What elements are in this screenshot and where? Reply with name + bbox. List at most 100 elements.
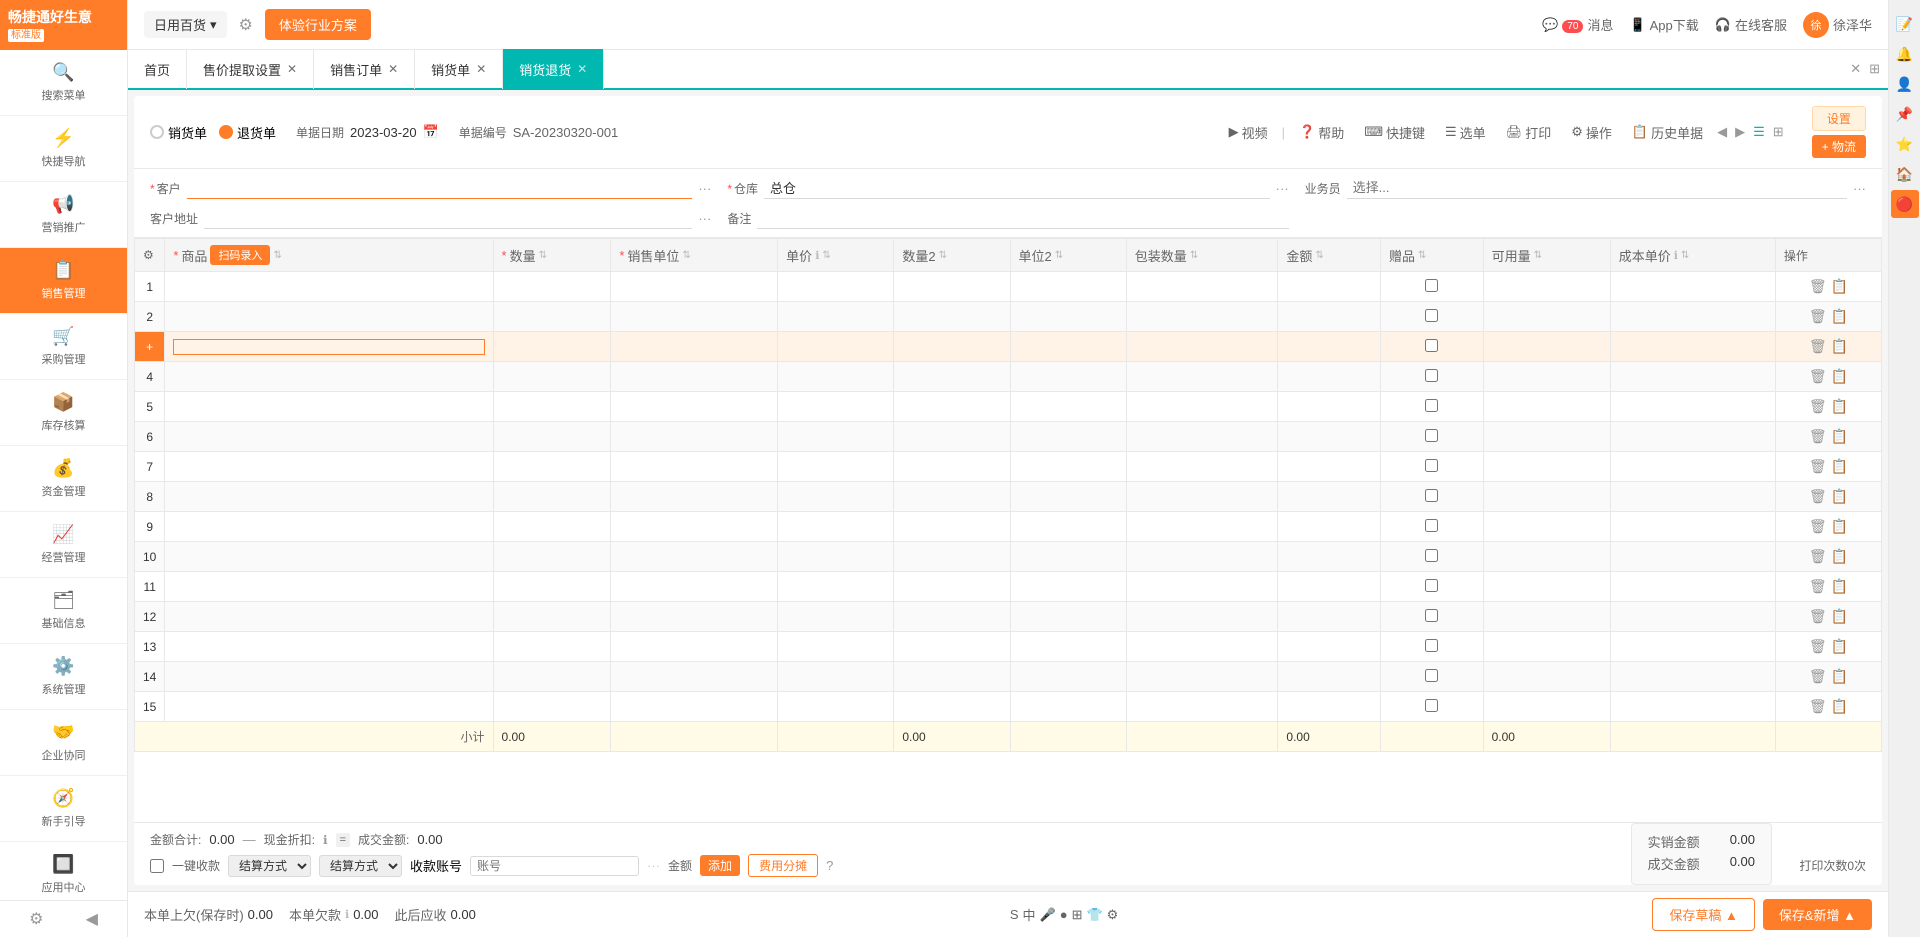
- right-icon-star[interactable]: ⭐: [1891, 130, 1919, 158]
- sidebar-item-operation[interactable]: 📈 经营管理: [0, 512, 127, 578]
- expense-help-icon[interactable]: ?: [826, 858, 833, 873]
- help-btn[interactable]: ❓ 帮助: [1293, 121, 1350, 144]
- select-btn[interactable]: ☰ 选单: [1439, 121, 1492, 144]
- copy-row-icon[interactable]: 📋: [1831, 698, 1848, 715]
- warehouse-input[interactable]: [764, 177, 1270, 199]
- product-input[interactable]: [173, 280, 484, 294]
- close-tab-sale-goods[interactable]: ✕: [476, 62, 486, 76]
- customer-lookup-icon[interactable]: ···: [698, 181, 711, 196]
- amount-cell[interactable]: [1278, 332, 1381, 362]
- sidebar-item-marketing[interactable]: 📢 营销推广: [0, 182, 127, 248]
- qty2-cell[interactable]: [894, 302, 1010, 332]
- sidebar-item-purchase[interactable]: 🛒 采购管理: [0, 314, 127, 380]
- remark-input[interactable]: [757, 207, 1288, 229]
- sidebar-item-finance[interactable]: 💰 资金管理: [0, 446, 127, 512]
- sort-available-icon[interactable]: ⇅: [1534, 250, 1542, 261]
- expense-split-btn[interactable]: 费用分摊: [748, 854, 818, 877]
- sort-unit-price-icon[interactable]: ⇅: [822, 250, 830, 261]
- tool-icon-2[interactable]: 中: [1023, 905, 1036, 924]
- close-tab-sale-return[interactable]: ✕: [577, 62, 587, 76]
- right-icon-active[interactable]: 🔴: [1891, 190, 1919, 218]
- tool-icon-7[interactable]: ⚙: [1107, 907, 1119, 923]
- next-record-icon[interactable]: ▶: [1735, 124, 1745, 140]
- sale-unit-cell[interactable]: [611, 272, 778, 302]
- sidebar-item-search[interactable]: 🔍 搜索菜单: [0, 50, 127, 116]
- collapse-icon[interactable]: ◀: [86, 909, 98, 929]
- tool-icon-5[interactable]: ⊞: [1072, 907, 1083, 923]
- customer-input[interactable]: [187, 177, 693, 199]
- right-icon-home[interactable]: 🏠: [1891, 160, 1919, 188]
- delete-row-icon[interactable]: 🗑: [1809, 368, 1827, 385]
- sale-goods-radio-btn[interactable]: [150, 125, 164, 139]
- sidebar-item-basic[interactable]: 🗂 基础信息: [0, 578, 127, 644]
- sidebar-item-apps[interactable]: 🔲 应用中心: [0, 842, 127, 900]
- expand-tabs-icon[interactable]: ⊞: [1869, 61, 1880, 77]
- gift-checkbox[interactable]: [1425, 339, 1438, 352]
- scan-input-btn[interactable]: 扫码录入: [210, 245, 270, 265]
- grid-view-icon[interactable]: ⊞: [1773, 124, 1784, 140]
- delete-row-icon[interactable]: 🗑: [1809, 638, 1827, 655]
- sale-unit-cell[interactable]: [611, 302, 778, 332]
- sidebar-item-sales[interactable]: 📋 销售管理: [0, 248, 127, 314]
- account-input[interactable]: [470, 856, 639, 876]
- unit-price-cell[interactable]: [778, 332, 894, 362]
- prev-record-icon[interactable]: ◀: [1717, 124, 1727, 140]
- gift-cell[interactable]: [1381, 332, 1484, 362]
- tab-home[interactable]: 首页: [128, 49, 187, 89]
- app-download-btn[interactable]: 📱 App下载: [1629, 15, 1698, 34]
- delete-row-icon[interactable]: 🗑: [1809, 548, 1827, 565]
- sidebar-item-inventory[interactable]: 📦 库存核算: [0, 380, 127, 446]
- qty2-cell[interactable]: [894, 332, 1010, 362]
- return-radio[interactable]: 退货单: [219, 123, 276, 142]
- delete-row-icon[interactable]: 🗑: [1809, 518, 1827, 535]
- delete-row-icon[interactable]: 🗑: [1809, 608, 1827, 625]
- user-menu[interactable]: 徐 徐泽华: [1803, 12, 1872, 38]
- sort-quantity-icon[interactable]: ⇅: [539, 250, 547, 261]
- copy-row-icon[interactable]: 📋: [1831, 578, 1848, 595]
- copy-row-icon[interactable]: 📋: [1831, 278, 1848, 295]
- gift-checkbox[interactable]: [1425, 309, 1438, 322]
- calc-method-select[interactable]: 结算方式: [319, 855, 402, 877]
- right-icon-pin[interactable]: 📌: [1891, 100, 1919, 128]
- print-btn[interactable]: 🖨 打印: [1500, 121, 1558, 144]
- add-item-btn[interactable]: 添加: [700, 855, 740, 876]
- unit-price-cell[interactable]: [778, 272, 894, 302]
- shortcut-btn[interactable]: ⌨ 快捷键: [1358, 121, 1431, 144]
- sort-sale-unit-icon[interactable]: ⇅: [682, 250, 690, 261]
- qty2-cell[interactable]: [894, 272, 1010, 302]
- gear-icon[interactable]: ⚙: [239, 15, 253, 35]
- right-icon-alert[interactable]: 🔔: [1891, 40, 1919, 68]
- pack-qty-cell[interactable]: [1126, 302, 1278, 332]
- sort-unit2-icon[interactable]: ⇅: [1055, 250, 1063, 261]
- delete-row-icon[interactable]: 🗑: [1809, 698, 1827, 715]
- copy-row-icon[interactable]: 📋: [1831, 608, 1848, 625]
- delete-row-icon[interactable]: 🗑: [1809, 398, 1827, 415]
- operation-btn[interactable]: ⚙ 操作: [1565, 121, 1618, 144]
- warehouse-lookup-icon[interactable]: ···: [1276, 181, 1289, 196]
- experience-btn[interactable]: 体验行业方案: [265, 9, 371, 40]
- sale-unit-cell[interactable]: [611, 332, 778, 362]
- copy-row-icon[interactable]: 📋: [1831, 668, 1848, 685]
- delete-row-icon[interactable]: 🗑: [1809, 308, 1827, 325]
- col-settings[interactable]: ⚙: [135, 239, 165, 272]
- copy-row-icon[interactable]: 📋: [1831, 308, 1848, 325]
- gift-cell[interactable]: [1381, 302, 1484, 332]
- sort-pack-qty-icon[interactable]: ⇅: [1190, 250, 1198, 261]
- quantity-cell[interactable]: [493, 302, 611, 332]
- delete-row-icon[interactable]: 🗑: [1809, 458, 1827, 475]
- tool-icon-3[interactable]: 🎤: [1040, 907, 1056, 923]
- unit-price-cell[interactable]: [778, 302, 894, 332]
- delete-row-icon[interactable]: 🗑: [1809, 488, 1827, 505]
- copy-row-icon[interactable]: 📋: [1831, 428, 1848, 445]
- sort-gift-icon[interactable]: ⇅: [1418, 250, 1426, 261]
- copy-row-icon[interactable]: 📋: [1831, 398, 1848, 415]
- quantity-cell[interactable]: [493, 332, 611, 362]
- industry-dropdown[interactable]: 日用百货 ▾: [144, 11, 227, 38]
- salesman-lookup-icon[interactable]: ···: [1853, 181, 1866, 196]
- unit2-cell[interactable]: [1010, 332, 1126, 362]
- delete-row-icon[interactable]: 🗑: [1809, 428, 1827, 445]
- sort-amount-icon[interactable]: ⇅: [1315, 250, 1323, 261]
- pack-qty-cell[interactable]: [1126, 272, 1278, 302]
- tool-icon-1[interactable]: S: [1010, 907, 1019, 922]
- right-icon-note[interactable]: 📝: [1891, 10, 1919, 38]
